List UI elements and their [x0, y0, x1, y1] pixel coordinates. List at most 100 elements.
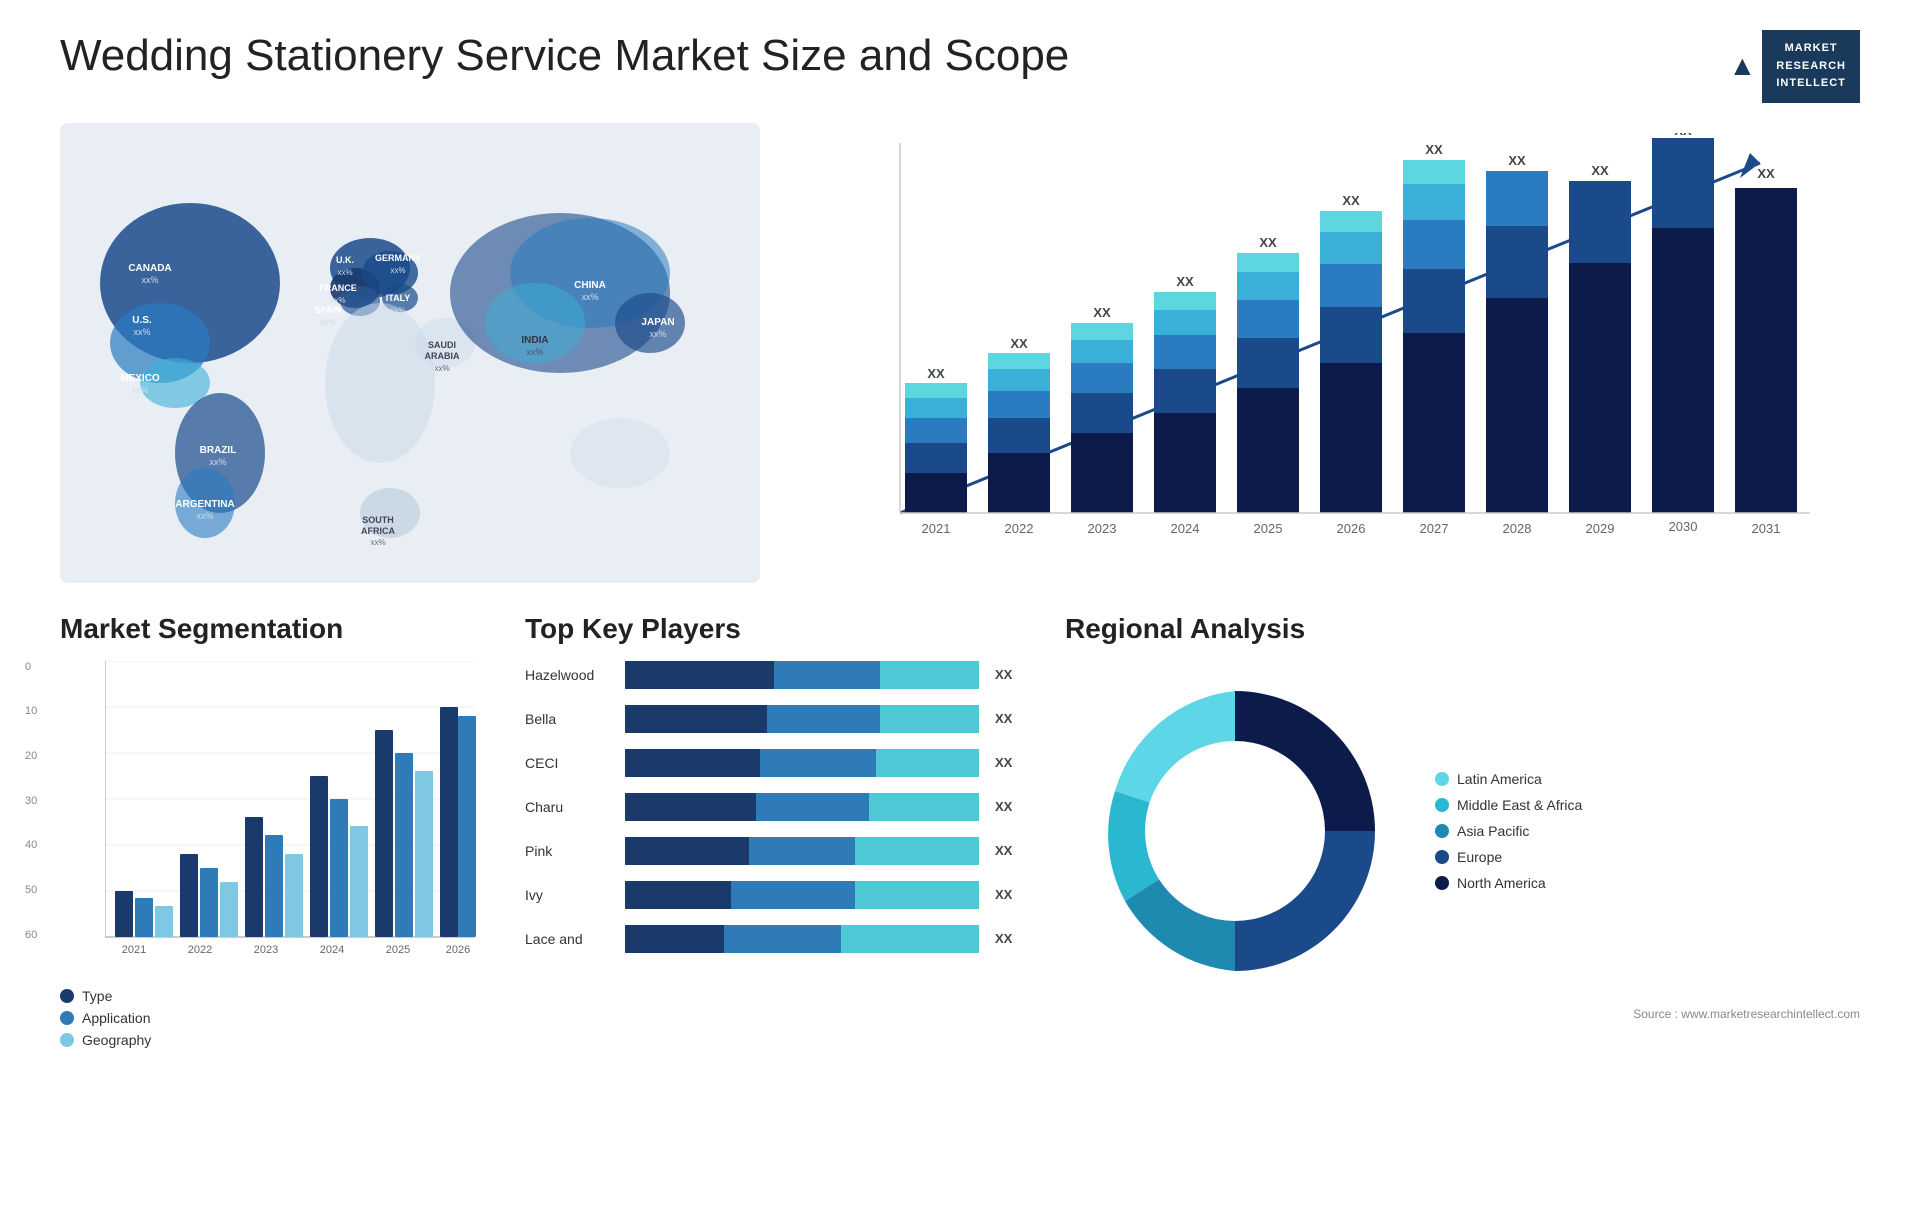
segmentation-panel: Market Segmentation 60 50 40 30 20 10 0 [60, 613, 485, 1193]
legend-geography-dot [60, 1033, 74, 1047]
svg-text:CHINA: CHINA [574, 280, 606, 291]
logo-area: ▲ MARKET RESEARCH INTELLECT [1729, 30, 1860, 103]
svg-text:FRANCE: FRANCE [319, 283, 357, 293]
svg-text:xx%: xx% [434, 364, 449, 373]
player-bar-lace [625, 925, 979, 953]
svg-text:XX: XX [1342, 193, 1360, 208]
seg-y-labels: 60 50 40 30 20 10 0 [25, 661, 37, 941]
reg-legend-middle-east: Middle East & Africa [1435, 797, 1582, 813]
svg-text:JAPAN: JAPAN [641, 317, 674, 328]
bottom-section: Market Segmentation 60 50 40 30 20 10 0 [60, 613, 1860, 1193]
svg-text:2025: 2025 [1254, 521, 1283, 536]
player-row-ceci: CECI XX [525, 749, 1025, 777]
svg-text:2030: 2030 [1669, 519, 1698, 534]
player-label-ivy: XX [995, 887, 1025, 902]
svg-text:SAUDI: SAUDI [428, 340, 456, 350]
player-label-lace: XX [995, 931, 1025, 946]
player-row-hazelwood: Hazelwood XX [525, 661, 1025, 689]
svg-text:XX: XX [1591, 163, 1609, 178]
svg-text:XX: XX [1425, 142, 1443, 157]
svg-text:XX: XX [1508, 153, 1526, 168]
player-bar-charu [625, 793, 979, 821]
svg-text:xx%: xx% [196, 511, 213, 521]
donut-chart-svg [1065, 661, 1405, 1001]
legend-type: Type [60, 988, 485, 1004]
svg-text:xx%: xx% [390, 306, 405, 315]
svg-text:xx%: xx% [320, 318, 335, 327]
player-bar-pink [625, 837, 979, 865]
svg-text:CANADA: CANADA [128, 263, 171, 274]
player-name-ceci: CECI [525, 755, 615, 771]
page: Wedding Stationery Service Market Size a… [0, 0, 1920, 1213]
svg-text:2031: 2031 [1752, 521, 1781, 536]
reg-legend-europe: Europe [1435, 849, 1582, 865]
svg-text:XX: XX [1010, 336, 1028, 351]
player-row-lace: Lace and XX [525, 925, 1025, 953]
player-name-pink: Pink [525, 843, 615, 859]
svg-text:xx%: xx% [526, 347, 543, 357]
player-name-bella: Bella [525, 711, 615, 727]
legend-application-dot [60, 1011, 74, 1025]
world-map: CANADA xx% U.S. xx% MEXICO xx% BRAZIL xx… [60, 123, 760, 583]
donut-center [1145, 741, 1325, 921]
svg-text:XX: XX [1093, 305, 1111, 320]
svg-text:ARGENTINA: ARGENTINA [175, 499, 234, 510]
svg-text:2028: 2028 [1503, 521, 1532, 536]
player-row-pink: Pink XX [525, 837, 1025, 865]
svg-text:XX: XX [1176, 274, 1194, 289]
regional-title: Regional Analysis [1065, 613, 1860, 645]
logo-text: MARKET RESEARCH INTELLECT [1762, 30, 1860, 103]
svg-text:2023: 2023 [254, 944, 278, 956]
svg-text:xx%: xx% [337, 268, 352, 277]
svg-text:xx%: xx% [390, 266, 405, 275]
svg-text:2022: 2022 [1005, 521, 1034, 536]
key-players-panel: Top Key Players Hazelwood XX Bella [525, 613, 1025, 1193]
svg-text:INDIA: INDIA [521, 335, 548, 346]
svg-text:xx%: xx% [330, 296, 345, 305]
reg-label-latin-america: Latin America [1457, 771, 1542, 787]
bar-chart: XX 2021 XX 2022 [840, 133, 1840, 543]
svg-text:AFRICA: AFRICA [361, 526, 395, 536]
page-title: Wedding Stationery Service Market Size a… [60, 30, 1069, 83]
donut-wrapper: Latin America Middle East & Africa Asia … [1065, 661, 1860, 1001]
player-name-lace: Lace and [525, 931, 615, 947]
svg-text:XX: XX [1674, 133, 1692, 138]
svg-text:SOUTH: SOUTH [362, 515, 394, 525]
source-text: Source : www.marketresearchintellect.com [1065, 1007, 1860, 1021]
player-name-charu: Charu [525, 799, 615, 815]
svg-text:xx%: xx% [370, 538, 385, 547]
svg-text:2025: 2025 [386, 944, 410, 956]
svg-text:2023: 2023 [1088, 521, 1117, 536]
player-bar-bella [625, 705, 979, 733]
seg-chart-svg: 2021 2022 2023 2024 2025 2026 0 10 20 30… [105, 661, 485, 971]
reg-legend-latin-america: Latin America [1435, 771, 1582, 787]
svg-text:xx%: xx% [141, 275, 158, 285]
svg-text:xx%: xx% [649, 329, 666, 339]
player-row-ivy: Ivy XX [525, 881, 1025, 909]
player-label-hazelwood: XX [995, 667, 1025, 682]
key-players-title: Top Key Players [525, 613, 1025, 645]
player-bar-seg2 [774, 661, 880, 689]
player-label-pink: XX [995, 843, 1025, 858]
regional-legend: Latin America Middle East & Africa Asia … [1435, 771, 1582, 891]
segmentation-title: Market Segmentation [60, 613, 485, 645]
player-row-bella: Bella XX [525, 705, 1025, 733]
reg-label-middle-east: Middle East & Africa [1457, 797, 1582, 813]
svg-text:GERMANY: GERMANY [375, 253, 421, 263]
svg-text:xx%: xx% [209, 457, 226, 467]
reg-dot-europe [1435, 850, 1449, 864]
logo-m-letter: ▲ [1729, 50, 1757, 82]
legend-application: Application [60, 1010, 485, 1026]
svg-text:2029: 2029 [1586, 521, 1615, 536]
svg-text:2026: 2026 [446, 944, 470, 956]
player-label-charu: XX [995, 799, 1025, 814]
svg-text:SPAIN: SPAIN [315, 305, 342, 315]
svg-text:ITALY: ITALY [386, 293, 411, 303]
regional-panel: Regional Analysis [1065, 613, 1860, 1193]
svg-text:BRAZIL: BRAZIL [200, 445, 237, 456]
svg-text:2026: 2026 [1337, 521, 1366, 536]
map-svg: CANADA xx% U.S. xx% MEXICO xx% BRAZIL xx… [60, 123, 760, 583]
reg-label-europe: Europe [1457, 849, 1502, 865]
seg-legend: Type Application Geography [60, 988, 485, 1048]
svg-text:XX: XX [1259, 235, 1277, 250]
